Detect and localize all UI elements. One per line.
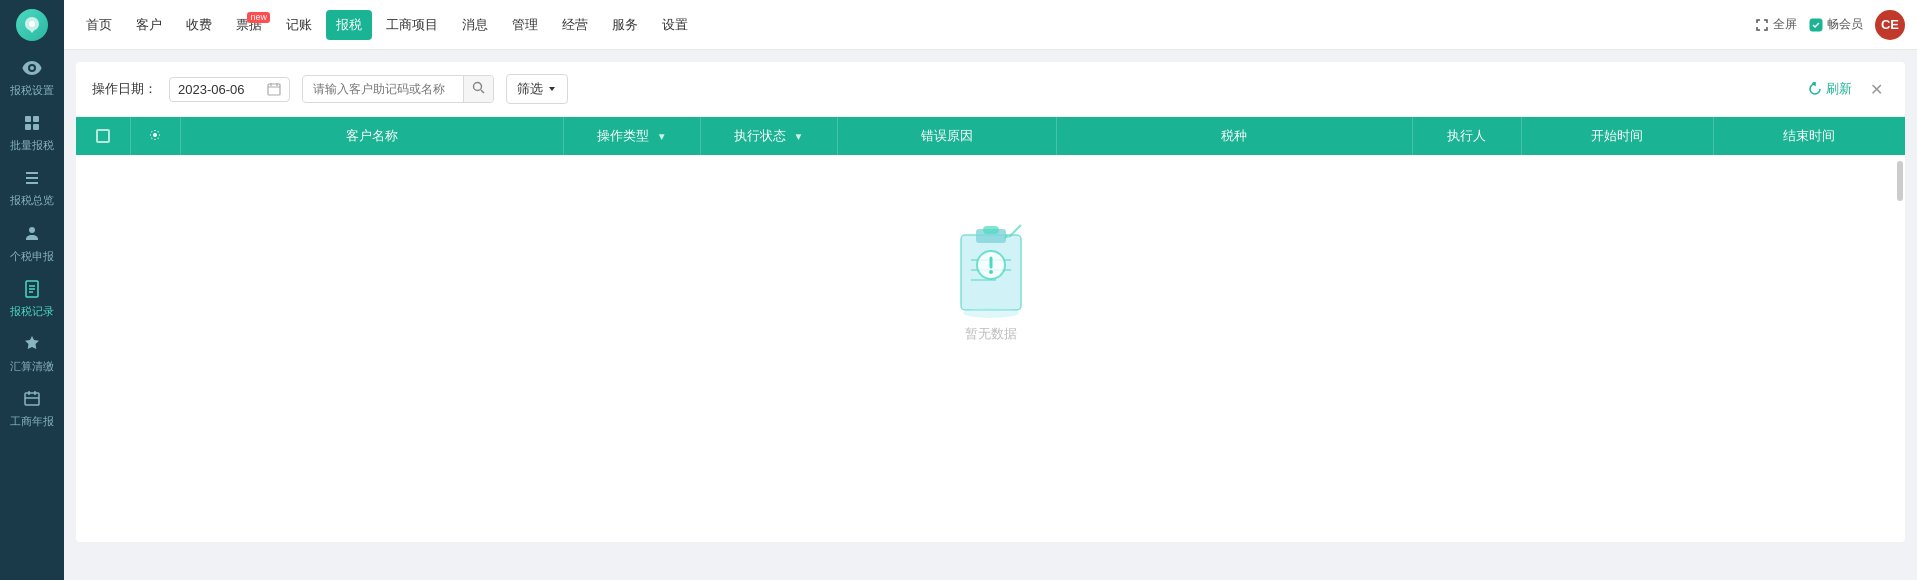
- sidebar-item-baoshui-zonglang[interactable]: 报税总览: [0, 160, 64, 215]
- sidebar-item-piliang-baoshui[interactable]: 批量报税: [0, 105, 64, 160]
- records-table: 客户名称 操作类型 ▼ 执行状态 ▼ 错误原因: [76, 117, 1905, 403]
- th-status[interactable]: 执行状态 ▼: [700, 117, 837, 155]
- sidebar: 报税设置 批量报税 报税总览 个税申报: [0, 0, 64, 580]
- svg-point-22: [989, 270, 993, 274]
- status-sort-arrow: ▼: [794, 131, 804, 142]
- th-endtime: 结束时间: [1713, 117, 1905, 155]
- member-button[interactable]: 畅会员: [1809, 16, 1863, 33]
- svg-rect-9: [268, 84, 280, 95]
- svg-rect-4: [33, 124, 39, 130]
- topnav-right: 全屏 畅会员 CE: [1755, 10, 1905, 40]
- annual-report-icon: [22, 389, 42, 412]
- main-container: 首页 客户 收费 票据 new 记账 报税 工商项目 消息 管理 经营 服务 设…: [64, 0, 1917, 580]
- svg-rect-1: [25, 116, 31, 122]
- th-taxtype: 税种: [1056, 117, 1412, 155]
- svg-rect-7: [25, 393, 39, 405]
- nav-item-shezhi[interactable]: 设置: [652, 10, 698, 40]
- optype-sort-arrow: ▼: [657, 131, 667, 142]
- search-icon: [472, 81, 485, 94]
- scrollbar-thumb[interactable]: [1897, 161, 1903, 201]
- th-optype[interactable]: 操作类型 ▼: [563, 117, 700, 155]
- th-client: 客户名称: [180, 117, 563, 155]
- settings-icon: [22, 58, 42, 81]
- sidebar-item-label: 报税记录: [10, 305, 54, 318]
- date-picker[interactable]: [169, 77, 290, 102]
- svg-point-11: [153, 133, 157, 137]
- nav-item-shoufei[interactable]: 收费: [176, 10, 222, 40]
- topnav-items: 首页 客户 收费 票据 new 记账 报税 工商项目 消息 管理 经营 服务 设…: [76, 10, 1755, 40]
- th-error: 错误原因: [837, 117, 1056, 155]
- svg-point-5: [29, 227, 35, 233]
- nav-item-piaojv[interactable]: 票据 new: [226, 10, 272, 40]
- column-settings-icon: [148, 128, 162, 142]
- fullscreen-button[interactable]: 全屏: [1755, 16, 1797, 33]
- th-checkbox[interactable]: [76, 117, 131, 155]
- avatar[interactable]: CE: [1875, 10, 1905, 40]
- svg-point-10: [474, 83, 482, 91]
- svg-rect-15: [983, 226, 999, 234]
- content-area: 操作日期：: [64, 50, 1917, 580]
- overview-icon: [22, 168, 42, 191]
- sidebar-item-label: 个税申报: [10, 250, 54, 263]
- sidebar-item-label: 报税设置: [10, 84, 54, 97]
- search-input[interactable]: [303, 77, 463, 101]
- sidebar-item-baoshui-jilu[interactable]: 报税记录: [0, 271, 64, 326]
- refresh-button[interactable]: 刷新: [1808, 80, 1852, 98]
- sidebar-logo: [0, 0, 64, 50]
- sidebar-item-label: 汇算清缴: [10, 360, 54, 373]
- settlement-icon: [22, 334, 42, 357]
- svg-rect-3: [25, 124, 31, 130]
- close-button[interactable]: ✕: [1864, 78, 1889, 101]
- new-badge: new: [247, 12, 270, 23]
- member-icon: [1809, 18, 1823, 32]
- nav-item-baoshui[interactable]: 报税: [326, 10, 372, 40]
- nav-item-home[interactable]: 首页: [76, 10, 122, 40]
- sidebar-item-label: 批量报税: [10, 139, 54, 152]
- nav-item-fuwu[interactable]: 服务: [602, 10, 648, 40]
- sidebar-item-gongshang-nianbao[interactable]: 工商年报: [0, 381, 64, 436]
- fullscreen-icon: [1755, 18, 1769, 32]
- person-tax-icon: [22, 224, 42, 247]
- page-panel: 操作日期：: [76, 62, 1905, 542]
- nav-item-gongshang[interactable]: 工商项目: [376, 10, 448, 40]
- select-all-checkbox[interactable]: [96, 129, 110, 143]
- date-input-field[interactable]: [178, 82, 263, 97]
- topnav: 首页 客户 收费 票据 new 记账 报税 工商项目 消息 管理 经营 服务 设…: [64, 0, 1917, 50]
- empty-illustration: [941, 215, 1041, 325]
- sidebar-item-label: 工商年报: [10, 415, 54, 428]
- sidebar-item-baoshui-shezhi[interactable]: 报税设置: [0, 50, 64, 105]
- batch-tax-icon: [22, 113, 42, 136]
- sidebar-item-huisuan-jiaona[interactable]: 汇算清缴: [0, 326, 64, 381]
- search-button[interactable]: [463, 76, 493, 102]
- date-label: 操作日期：: [92, 80, 157, 98]
- svg-point-25: [963, 308, 1019, 318]
- search-wrapper: [302, 75, 494, 103]
- sidebar-item-gesui-shenbao[interactable]: 个税申报: [0, 216, 64, 271]
- refresh-label: 刷新: [1826, 80, 1852, 98]
- nav-item-xiaoxi[interactable]: 消息: [452, 10, 498, 40]
- nav-item-client[interactable]: 客户: [126, 10, 172, 40]
- svg-point-0: [29, 21, 35, 27]
- svg-rect-2: [33, 116, 39, 122]
- th-starttime: 开始时间: [1522, 117, 1714, 155]
- sidebar-item-label: 报税总览: [10, 194, 54, 207]
- th-executor: 执行人: [1412, 117, 1522, 155]
- filter-button[interactable]: 筛选: [506, 74, 568, 104]
- empty-text: 暂无数据: [965, 325, 1017, 343]
- table-container: 客户名称 操作类型 ▼ 执行状态 ▼ 错误原因: [76, 117, 1905, 403]
- toolbar: 操作日期：: [76, 62, 1905, 117]
- nav-item-jizhang[interactable]: 记账: [276, 10, 322, 40]
- calendar-icon: [267, 82, 281, 96]
- nav-item-jingying[interactable]: 经营: [552, 10, 598, 40]
- refresh-icon: [1808, 82, 1822, 96]
- empty-state: 暂无数据: [76, 155, 1905, 403]
- nav-item-guanli[interactable]: 管理: [502, 10, 548, 40]
- chevron-down-icon: [547, 84, 557, 94]
- record-icon: [22, 279, 42, 302]
- th-settings[interactable]: [131, 117, 180, 155]
- logo-icon: [16, 9, 48, 41]
